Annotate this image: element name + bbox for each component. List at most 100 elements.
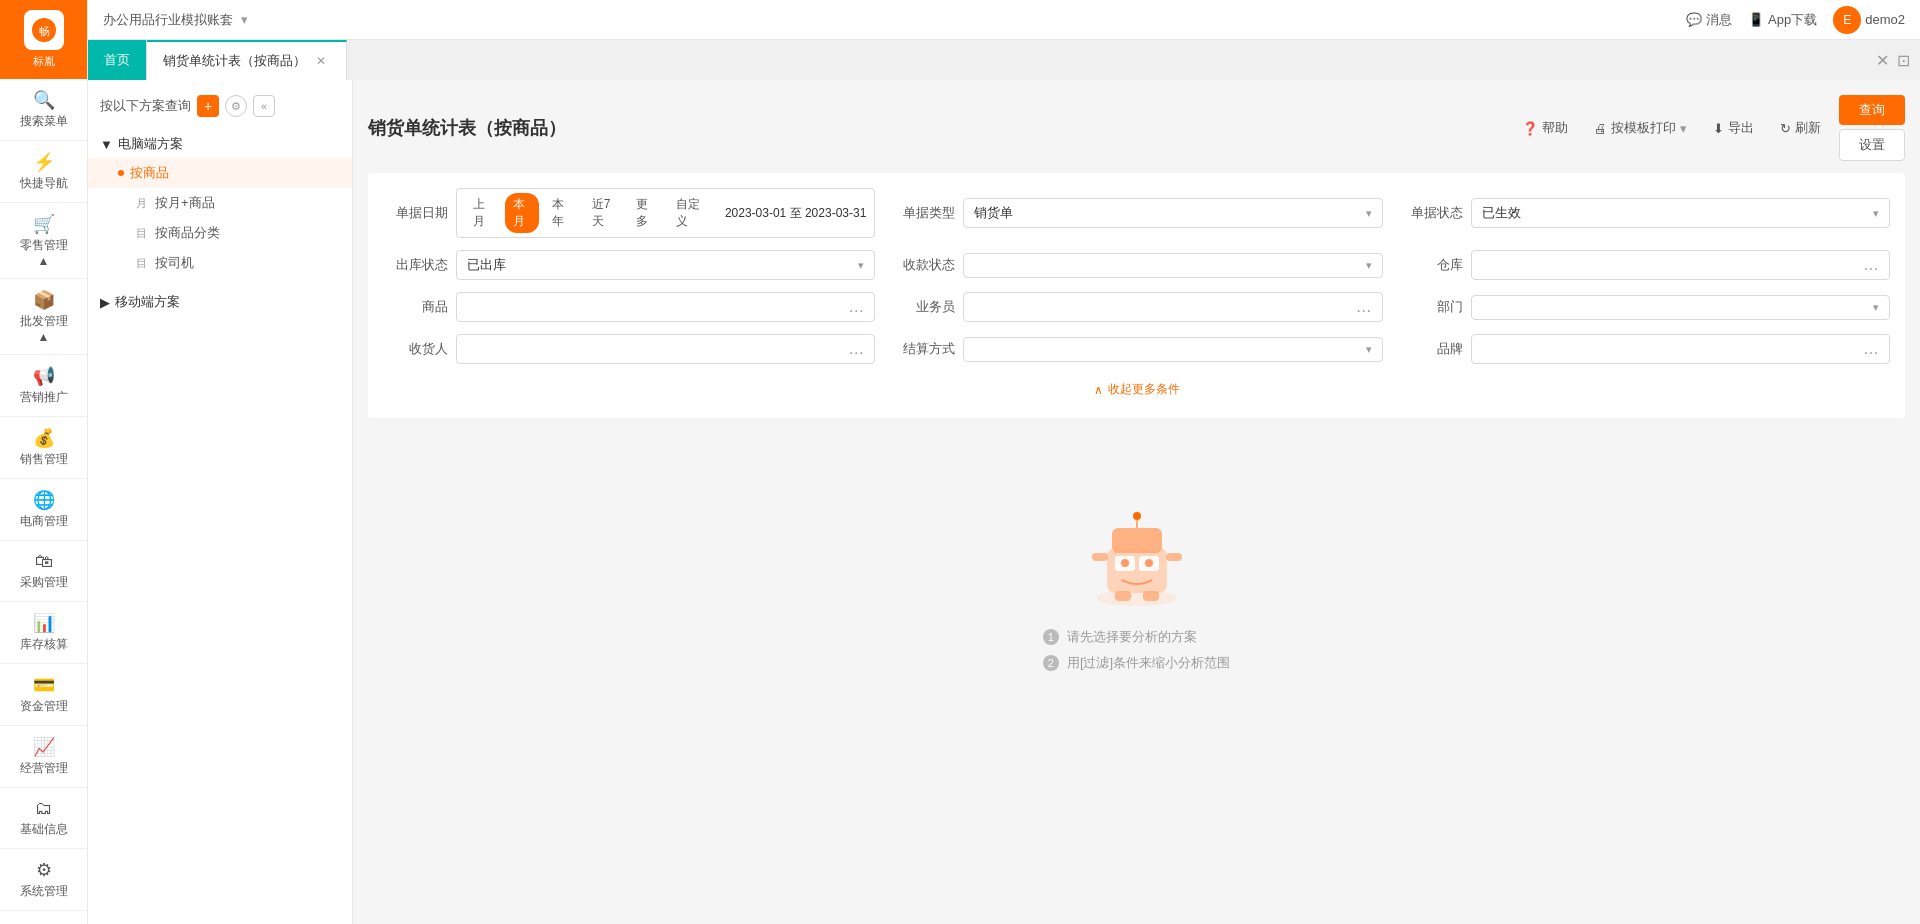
settings-btn[interactable]: 设置 — [1839, 129, 1905, 161]
recipient-label: 收货人 — [383, 340, 448, 358]
sidebar-item-sales[interactable]: 💰 销售管理 — [0, 417, 87, 479]
tree-desktop-label: 电脑端方案 — [118, 135, 183, 153]
payment-arrow-icon: ▾ — [1366, 259, 1372, 272]
tab-home[interactable]: 首页 — [88, 40, 147, 80]
svg-point-6 — [1121, 559, 1129, 567]
doctype-arrow-icon: ▾ — [1366, 207, 1372, 220]
collapse-panel-btn[interactable]: « — [253, 95, 275, 117]
doctype-select[interactable]: 销货单 ▾ — [963, 198, 1382, 228]
filter-cell-doctype: 单据类型 销货单 ▾ — [890, 198, 1382, 228]
page-content: 按以下方案查询 + ⚙ « ▼ 电脑端方案 按商品 月 按月+商品 — [88, 80, 1920, 924]
export-label: 导出 — [1728, 119, 1754, 137]
tree-item-by-category-label: 按商品分类 — [155, 224, 220, 242]
department-select[interactable]: ▾ — [1471, 295, 1890, 320]
warehouse-input[interactable]: … — [1471, 250, 1890, 280]
top-header: 办公用品行业模拟账套 ▾ 💬 消息 📱 App下载 E demo2 — [88, 0, 1920, 40]
tree-desktop-section: ▼ 电脑端方案 按商品 月 按月+商品 目 按商品分类 目 按司机 — [88, 125, 352, 283]
date-tab-this-month[interactable]: 本月 — [505, 193, 540, 233]
add-scheme-btn[interactable]: + — [197, 95, 219, 117]
brand-label: 品牌 — [1398, 340, 1463, 358]
sidebar-item-finance[interactable]: 💳 资金管理 — [0, 664, 87, 726]
sidebar-item-system[interactable]: ⚙ 系统管理 — [0, 849, 87, 911]
query-btn[interactable]: 查询 — [1839, 95, 1905, 125]
tab-sales-stats[interactable]: 销货单统计表（按商品） ✕ — [147, 40, 347, 80]
tree-item-by-product[interactable]: 按商品 — [88, 158, 352, 188]
date-value: 2023-03-01 至 2023-03-31 — [725, 205, 866, 222]
outstatus-select[interactable]: 已出库 ▾ — [456, 250, 875, 280]
date-tab-this-year[interactable]: 本年 — [544, 193, 579, 233]
export-btn[interactable]: ⬇ 导出 — [1705, 115, 1762, 141]
doctype-value: 销货单 — [974, 204, 1013, 222]
date-tabs: 上月 本月 本年 近7天 更多 自定义 — [465, 193, 712, 233]
app-download-icon: 📱 — [1748, 12, 1764, 27]
marketing-icon: 📢 — [33, 365, 55, 387]
sidebar-item-base[interactable]: 🗂 基础信息 — [0, 788, 87, 849]
department-arrow-icon: ▾ — [1873, 301, 1879, 314]
date-tab-more[interactable]: 更多 — [628, 193, 663, 233]
wholesale-icon: 📦 — [33, 289, 55, 311]
date-tab-last-7[interactable]: 近7天 — [584, 193, 624, 233]
tree-item-by-month-product[interactable]: 月 按月+商品 — [88, 188, 352, 218]
sidebar-item-inventory[interactable]: 📊 库存核算 — [0, 602, 87, 664]
refresh-btn[interactable]: ↻ 刷新 — [1772, 115, 1829, 141]
operations-icon: 📈 — [33, 736, 55, 758]
tab-restore-btn[interactable]: ⊡ — [1897, 51, 1910, 70]
collapse-up-icon: ∧ — [1094, 383, 1103, 397]
sidebar-item-sales-label: 销售管理 — [20, 451, 68, 468]
sidebar-item-wholesale[interactable]: 📦 批发管理 ▲ — [0, 279, 87, 355]
docstatus-label: 单据状态 — [1398, 204, 1463, 222]
sidebar-item-retail[interactable]: 🛒 零售管理 ▲ — [0, 203, 87, 279]
svg-rect-13 — [1115, 591, 1131, 601]
print-dropdown-icon: ▾ — [1680, 121, 1687, 136]
sidebar-item-marketing[interactable]: 📢 营销推广 — [0, 355, 87, 417]
sidebar-item-purchase[interactable]: 🛍 采购管理 — [0, 541, 87, 602]
product-input[interactable]: … — [456, 292, 875, 322]
recipient-input[interactable]: … — [456, 334, 875, 364]
sidebar-item-retail-label: 零售管理 — [20, 237, 68, 254]
sidebar-item-enterprise[interactable]: 🤝 企业协同 — [0, 911, 87, 924]
tree-mobile-title[interactable]: ▶ 移动端方案 — [88, 288, 352, 316]
svg-rect-11 — [1092, 553, 1108, 561]
logo-area: 畅 标胤 — [0, 0, 87, 79]
settings-scheme-btn[interactable]: ⚙ — [225, 95, 247, 117]
message-btn[interactable]: 💬 消息 — [1686, 11, 1732, 29]
settlement-select[interactable]: ▾ — [963, 337, 1382, 362]
print-btn[interactable]: 🖨 按模板打印 ▾ — [1586, 115, 1695, 141]
docstatus-select[interactable]: 已生效 ▾ — [1471, 198, 1890, 228]
category-icon: 目 — [133, 225, 149, 241]
sidebar-item-ecommerce[interactable]: 🌐 电商管理 — [0, 479, 87, 541]
user-area[interactable]: E demo2 — [1833, 6, 1905, 34]
filter-cell-product: 商品 … — [383, 292, 875, 322]
industry-dropdown-icon[interactable]: ▾ — [241, 12, 248, 27]
sidebar-item-marketing-label: 营销推广 — [20, 389, 68, 406]
finance-icon: 💳 — [33, 674, 55, 696]
date-tab-custom[interactable]: 自定义 — [668, 193, 712, 233]
search-icon: 🔍 — [33, 89, 55, 111]
header-left: 办公用品行业模拟账套 ▾ — [103, 11, 248, 29]
panel-header: 按以下方案查询 + ⚙ « — [88, 90, 352, 125]
collapse-filters-btn[interactable]: ∧ 收起更多条件 — [383, 376, 1890, 403]
tree-desktop-title[interactable]: ▼ 电脑端方案 — [88, 130, 352, 158]
header-right: 💬 消息 📱 App下载 E demo2 — [1686, 6, 1905, 34]
date-tab-last-month[interactable]: 上月 — [465, 193, 500, 233]
tab-close-all-btn[interactable]: ✕ — [1876, 51, 1889, 70]
panel-header-label: 按以下方案查询 — [100, 97, 191, 115]
sidebar-item-quicknav[interactable]: ⚡ 快捷导航 — [0, 141, 87, 203]
tree-mobile-arrow: ▶ — [100, 295, 110, 310]
salesperson-input[interactable]: … — [963, 292, 1382, 322]
help-label: 帮助 — [1542, 119, 1568, 137]
svg-point-10 — [1133, 512, 1141, 520]
tree-item-by-driver[interactable]: 目 按司机 — [88, 248, 352, 278]
filter-card: 单据日期 上月 本月 本年 近7天 更多 自定义 — [368, 173, 1905, 418]
app-download-btn[interactable]: 📱 App下载 — [1748, 11, 1817, 29]
payment-select[interactable]: ▾ — [963, 253, 1382, 278]
sidebar-item-operations[interactable]: 📈 经营管理 — [0, 726, 87, 788]
sidebar-item-search[interactable]: 🔍 搜索菜单 — [0, 79, 87, 141]
refresh-icon: ↻ — [1780, 121, 1791, 136]
brand-input[interactable]: … — [1471, 334, 1890, 364]
outstatus-arrow-icon: ▾ — [858, 259, 864, 272]
filter-cell-recipient: 收货人 … — [383, 334, 875, 364]
tree-item-by-category[interactable]: 目 按商品分类 — [88, 218, 352, 248]
help-btn[interactable]: ❓ 帮助 — [1514, 115, 1576, 141]
tab-close-btn[interactable]: ✕ — [312, 52, 330, 70]
